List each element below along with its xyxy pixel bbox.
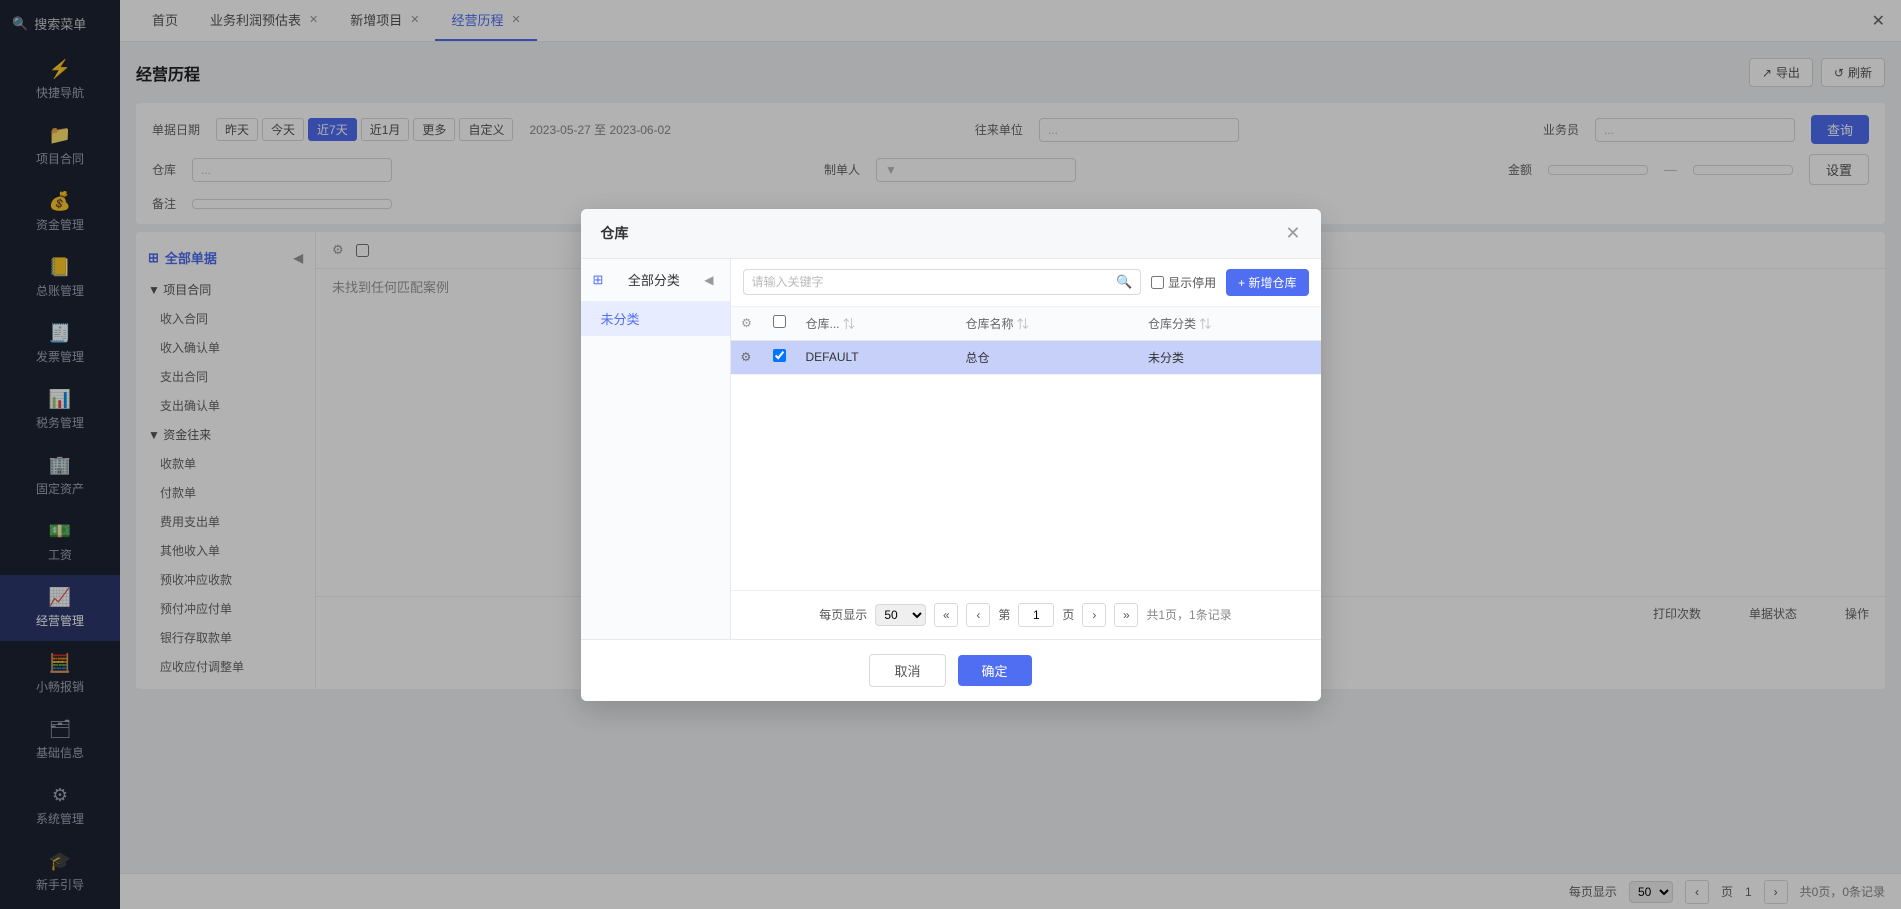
sort-icon-cat: ⇅ bbox=[1199, 317, 1211, 331]
row-gear: ⚙ bbox=[731, 340, 763, 374]
next-page-btn[interactable]: › bbox=[1082, 603, 1106, 627]
panel-collapse-btn[interactable]: ◀ bbox=[700, 269, 717, 291]
modal-left-panel: ⊞ 全部分类 ◀ 未分类 bbox=[581, 259, 731, 639]
modal-title: 仓库 bbox=[601, 223, 629, 243]
row-category: 未分类 bbox=[1138, 340, 1321, 374]
modal-right-panel: 🔍 显示停用 + 新增仓库 ⚙ bbox=[731, 259, 1321, 639]
th-name[interactable]: 仓库名称 ⇅ bbox=[956, 307, 1138, 341]
sort-icon: ⇅ bbox=[843, 317, 855, 331]
cancel-button[interactable]: 取消 bbox=[869, 654, 945, 687]
show-disabled-checkbox[interactable] bbox=[1151, 276, 1164, 289]
warehouse-table-body: ⚙ DEFAULT 总仓 未分 bbox=[731, 340, 1321, 374]
select-all-checkbox[interactable] bbox=[773, 315, 786, 328]
table-header-row: ⚙ 仓库... ⇅ 仓库名称 ⇅ bbox=[731, 307, 1321, 341]
modal-pagination: 每页显示 50 10 20 100 « ‹ 第 页 › bbox=[731, 590, 1321, 639]
th-category-label: 仓库分类 bbox=[1148, 317, 1196, 331]
th-code-label: 仓库... bbox=[806, 317, 840, 331]
warehouse-modal: 仓库 ✕ ⊞ 全部分类 ◀ 未分类 🔍 显示停用 bbox=[581, 209, 1321, 701]
page-size-label: 每页显示 bbox=[819, 606, 867, 623]
sort-icon-name: ⇅ bbox=[1017, 317, 1029, 331]
table-row[interactable]: ⚙ DEFAULT 总仓 未分 bbox=[731, 340, 1321, 374]
unclassified-cat[interactable]: 未分类 bbox=[581, 301, 730, 336]
column-gear-icon[interactable]: ⚙ bbox=[741, 316, 752, 330]
confirm-button[interactable]: 确定 bbox=[958, 655, 1032, 686]
modal-header: 仓库 ✕ bbox=[581, 209, 1321, 259]
page-size-select[interactable]: 50 10 20 100 bbox=[875, 604, 926, 626]
modal-close-button[interactable]: ✕ bbox=[1285, 223, 1300, 244]
row-checkbox[interactable] bbox=[773, 349, 786, 362]
row-gear-icon: ⚙ bbox=[741, 350, 752, 364]
search-icon: 🔍 bbox=[1116, 274, 1132, 290]
modal-table: ⚙ 仓库... ⇅ 仓库名称 ⇅ bbox=[731, 307, 1321, 590]
modal-footer: 取消 确定 bbox=[581, 639, 1321, 701]
modal-toolbar: 🔍 显示停用 + 新增仓库 bbox=[731, 259, 1321, 307]
show-disabled-label: 显示停用 bbox=[1168, 274, 1216, 291]
th-code[interactable]: 仓库... ⇅ bbox=[796, 307, 956, 341]
all-category-btn[interactable]: ⊞ 全部分类 ◀ bbox=[581, 259, 730, 301]
row-code: DEFAULT bbox=[796, 340, 956, 374]
th-check bbox=[763, 307, 796, 341]
all-category-label: 全部分类 bbox=[628, 270, 680, 289]
th-name-label: 仓库名称 bbox=[966, 317, 1014, 331]
prev-page-btn[interactable]: ‹ bbox=[966, 603, 990, 627]
next-page-icon: › bbox=[1092, 608, 1096, 622]
page-total: 共1页，1条记录 bbox=[1146, 606, 1231, 623]
modal-body: ⊞ 全部分类 ◀ 未分类 🔍 显示停用 + 新增仓库 bbox=[581, 259, 1321, 639]
row-check bbox=[763, 340, 796, 374]
last-page-icon: » bbox=[1123, 608, 1130, 622]
first-page-btn[interactable]: « bbox=[934, 603, 958, 627]
page-number-input[interactable] bbox=[1018, 603, 1054, 627]
last-page-btn[interactable]: » bbox=[1114, 603, 1138, 627]
page-label: 第 bbox=[998, 606, 1010, 623]
row-name: 总仓 bbox=[956, 340, 1138, 374]
add-warehouse-button[interactable]: + 新增仓库 bbox=[1226, 269, 1308, 296]
th-gear: ⚙ bbox=[731, 307, 763, 341]
grid-icon-small: ⊞ bbox=[593, 272, 604, 288]
search-wrap: 🔍 bbox=[743, 269, 1142, 295]
warehouse-search-input[interactable] bbox=[752, 275, 1110, 289]
first-page-icon: « bbox=[943, 608, 950, 622]
prev-page-icon: ‹ bbox=[976, 608, 980, 622]
unclassified-label: 未分类 bbox=[601, 312, 640, 327]
show-disabled-wrap: 显示停用 bbox=[1151, 274, 1216, 291]
page-suffix: 页 bbox=[1062, 606, 1074, 623]
th-category[interactable]: 仓库分类 ⇅ bbox=[1138, 307, 1321, 341]
